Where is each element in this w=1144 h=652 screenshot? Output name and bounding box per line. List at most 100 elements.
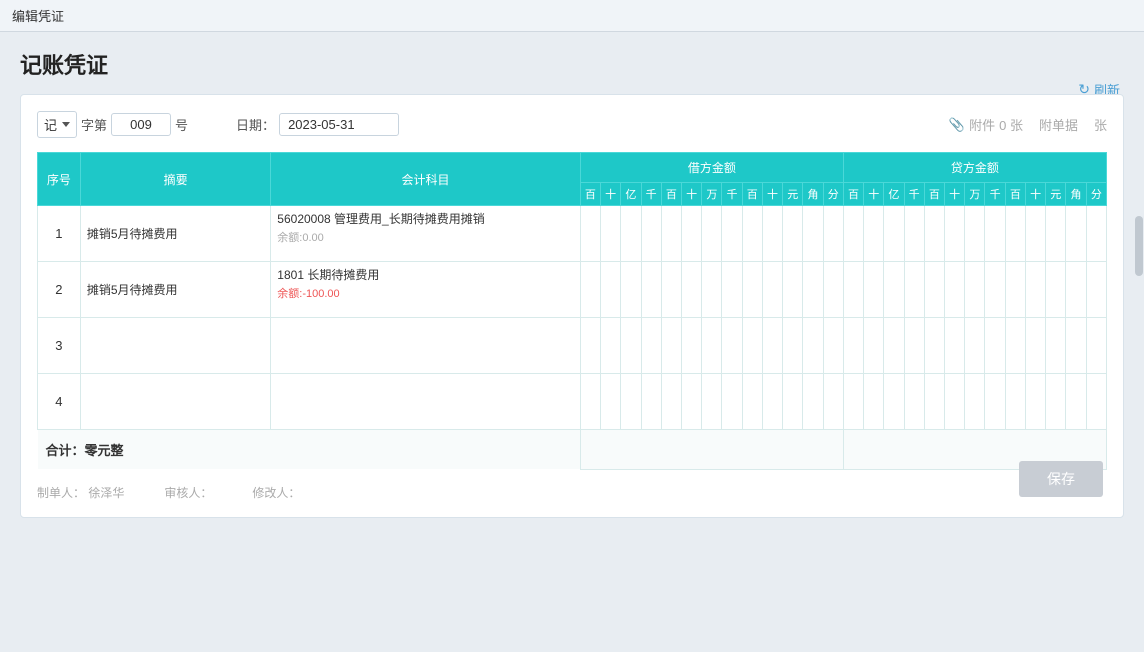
debit-cell[interactable] bbox=[823, 318, 843, 374]
debit-cell[interactable] bbox=[681, 318, 701, 374]
debit-cell[interactable] bbox=[641, 262, 661, 318]
credit-cell[interactable] bbox=[965, 206, 985, 262]
debit-cell[interactable] bbox=[641, 318, 661, 374]
save-button[interactable]: 保存 bbox=[1019, 461, 1103, 497]
credit-cell[interactable] bbox=[884, 262, 904, 318]
credit-cell[interactable] bbox=[864, 262, 884, 318]
debit-cell[interactable] bbox=[823, 374, 843, 430]
debit-cell[interactable] bbox=[661, 374, 681, 430]
debit-cell[interactable] bbox=[803, 262, 823, 318]
credit-cell[interactable] bbox=[1086, 206, 1106, 262]
debit-cell[interactable] bbox=[702, 374, 722, 430]
credit-cell[interactable] bbox=[1046, 206, 1066, 262]
type-selector[interactable]: 记 bbox=[37, 111, 77, 138]
credit-cell[interactable] bbox=[1046, 318, 1066, 374]
credit-cell[interactable] bbox=[924, 262, 944, 318]
credit-cell[interactable] bbox=[1005, 318, 1025, 374]
number-input[interactable] bbox=[111, 113, 171, 136]
debit-cell[interactable] bbox=[580, 262, 600, 318]
credit-cell[interactable] bbox=[924, 374, 944, 430]
credit-cell[interactable] bbox=[965, 262, 985, 318]
debit-cell[interactable] bbox=[762, 374, 782, 430]
credit-cell[interactable] bbox=[1086, 374, 1106, 430]
row-account[interactable] bbox=[271, 374, 581, 430]
row-account[interactable] bbox=[271, 318, 581, 374]
debit-cell[interactable] bbox=[702, 318, 722, 374]
debit-cell[interactable] bbox=[621, 206, 641, 262]
credit-cell[interactable] bbox=[1066, 206, 1086, 262]
debit-cell[interactable] bbox=[661, 262, 681, 318]
credit-cell[interactable] bbox=[1086, 318, 1106, 374]
debit-cell[interactable] bbox=[621, 262, 641, 318]
debit-cell[interactable] bbox=[641, 206, 661, 262]
credit-cell[interactable] bbox=[924, 206, 944, 262]
debit-cell[interactable] bbox=[783, 374, 803, 430]
debit-cell[interactable] bbox=[722, 374, 742, 430]
debit-cell[interactable] bbox=[621, 374, 641, 430]
credit-cell[interactable] bbox=[884, 374, 904, 430]
debit-cell[interactable] bbox=[580, 318, 600, 374]
credit-cell[interactable] bbox=[945, 262, 965, 318]
credit-cell[interactable] bbox=[1005, 262, 1025, 318]
credit-cell[interactable] bbox=[843, 318, 863, 374]
credit-cell[interactable] bbox=[985, 206, 1005, 262]
debit-cell[interactable] bbox=[823, 262, 843, 318]
date-input[interactable] bbox=[279, 113, 399, 136]
credit-cell[interactable] bbox=[1046, 374, 1066, 430]
debit-cell[interactable] bbox=[783, 262, 803, 318]
debit-cell[interactable] bbox=[601, 318, 621, 374]
credit-cell[interactable] bbox=[1066, 374, 1086, 430]
debit-cell[interactable] bbox=[742, 374, 762, 430]
credit-cell[interactable] bbox=[864, 374, 884, 430]
credit-cell[interactable] bbox=[904, 318, 924, 374]
debit-cell[interactable] bbox=[722, 206, 742, 262]
debit-cell[interactable] bbox=[722, 262, 742, 318]
debit-cell[interactable] bbox=[580, 206, 600, 262]
credit-cell[interactable] bbox=[904, 262, 924, 318]
debit-cell[interactable] bbox=[601, 374, 621, 430]
row-summary[interactable]: 摊销5月待摊费用 bbox=[80, 262, 270, 318]
credit-cell[interactable] bbox=[843, 262, 863, 318]
credit-cell[interactable] bbox=[924, 318, 944, 374]
credit-cell[interactable] bbox=[1025, 262, 1045, 318]
debit-cell[interactable] bbox=[661, 318, 681, 374]
debit-cell[interactable] bbox=[681, 262, 701, 318]
debit-cell[interactable] bbox=[702, 262, 722, 318]
debit-cell[interactable] bbox=[823, 206, 843, 262]
row-summary[interactable]: 摊销5月待摊费用 bbox=[80, 206, 270, 262]
debit-cell[interactable] bbox=[621, 318, 641, 374]
credit-cell[interactable] bbox=[945, 206, 965, 262]
debit-cell[interactable] bbox=[601, 206, 621, 262]
credit-cell[interactable] bbox=[864, 206, 884, 262]
credit-cell[interactable] bbox=[945, 318, 965, 374]
credit-cell[interactable] bbox=[985, 374, 1005, 430]
row-summary[interactable] bbox=[80, 318, 270, 374]
credit-cell[interactable] bbox=[843, 374, 863, 430]
credit-cell[interactable] bbox=[985, 318, 1005, 374]
row-account[interactable]: 56020008 管理费用_长期待摊费用摊销余额:0.00 bbox=[271, 206, 581, 262]
debit-cell[interactable] bbox=[742, 318, 762, 374]
credit-cell[interactable] bbox=[1086, 262, 1106, 318]
credit-cell[interactable] bbox=[1046, 262, 1066, 318]
credit-cell[interactable] bbox=[843, 206, 863, 262]
scrollbar[interactable] bbox=[1134, 212, 1144, 532]
credit-cell[interactable] bbox=[985, 262, 1005, 318]
debit-cell[interactable] bbox=[762, 262, 782, 318]
credit-cell[interactable] bbox=[884, 206, 904, 262]
credit-cell[interactable] bbox=[904, 374, 924, 430]
debit-cell[interactable] bbox=[702, 206, 722, 262]
credit-cell[interactable] bbox=[884, 318, 904, 374]
debit-cell[interactable] bbox=[681, 206, 701, 262]
row-account[interactable]: 1801 长期待摊费用余额:-100.00 bbox=[271, 262, 581, 318]
debit-cell[interactable] bbox=[661, 206, 681, 262]
credit-cell[interactable] bbox=[1005, 206, 1025, 262]
debit-cell[interactable] bbox=[803, 206, 823, 262]
credit-cell[interactable] bbox=[864, 318, 884, 374]
debit-cell[interactable] bbox=[783, 318, 803, 374]
credit-cell[interactable] bbox=[904, 206, 924, 262]
debit-cell[interactable] bbox=[742, 262, 762, 318]
debit-cell[interactable] bbox=[762, 318, 782, 374]
credit-cell[interactable] bbox=[1066, 318, 1086, 374]
credit-cell[interactable] bbox=[1066, 262, 1086, 318]
credit-cell[interactable] bbox=[965, 374, 985, 430]
